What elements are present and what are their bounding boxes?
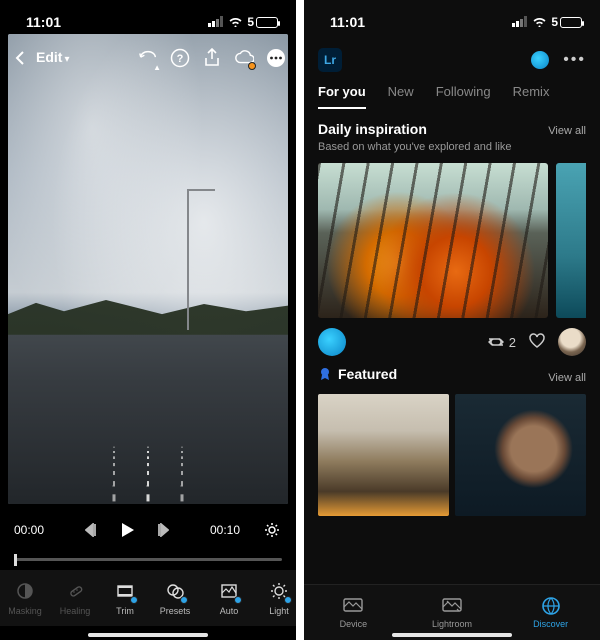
share-button[interactable] <box>202 48 222 68</box>
frame-forward-button[interactable] <box>151 520 171 540</box>
section-title: Featured <box>338 366 397 382</box>
lightroom-logo[interactable]: Lr <box>318 48 342 72</box>
tool-label: Auto <box>220 606 239 616</box>
tool-strip: Masking Healing Trim Presets Auto Ligh <box>0 570 296 626</box>
tool-label: Trim <box>116 606 134 616</box>
discover-tabs: For you New Following Remix <box>304 76 600 109</box>
tool-presets[interactable]: Presets <box>150 570 200 626</box>
daily-card[interactable] <box>556 163 586 318</box>
status-bar: 11:01 5 <box>0 0 296 44</box>
status-bar: 11:01 5 <box>304 0 600 44</box>
cloud-button[interactable] <box>234 48 254 68</box>
trim-icon <box>114 580 136 602</box>
signal-icon <box>208 14 224 30</box>
author-avatar[interactable] <box>318 328 346 356</box>
remix-button[interactable]: 2 <box>487 335 516 350</box>
tool-auto[interactable]: Auto <box>204 570 254 626</box>
nav-label: Device <box>340 619 368 629</box>
battery-indicator: 5 <box>551 15 582 29</box>
edit-label: Edit <box>36 49 62 65</box>
daily-card[interactable] <box>318 163 548 318</box>
device-icon <box>342 596 364 616</box>
tab-remix[interactable]: Remix <box>513 84 550 109</box>
remix-icon <box>487 335 505 349</box>
header-more-button[interactable]: ••• <box>563 51 586 69</box>
tool-label: Presets <box>160 606 191 616</box>
play-button[interactable] <box>117 520 137 540</box>
playback-duration: 00:10 <box>210 523 240 537</box>
nav-label: Discover <box>533 619 568 629</box>
heart-icon <box>528 333 546 349</box>
playback-current-time: 00:00 <box>14 523 44 537</box>
svg-text:?: ? <box>177 53 184 65</box>
tab-following[interactable]: Following <box>436 84 491 109</box>
section-title: Daily inspiration <box>318 121 427 137</box>
back-button[interactable] <box>10 48 30 68</box>
tool-masking[interactable]: Masking <box>0 570 50 626</box>
auto-icon <box>218 580 240 602</box>
tab-foryou[interactable]: For you <box>318 84 366 109</box>
nav-device[interactable]: Device <box>304 585 403 640</box>
wifi-icon <box>228 14 243 30</box>
post-footer: 2 <box>318 318 586 360</box>
editor-top-toolbar: Edit▾ ▲ ? <box>10 44 286 72</box>
playback-settings-button[interactable] <box>262 520 282 540</box>
bottom-nav: Device Lightroom Discover <box>304 584 600 640</box>
battery-percent: 5 <box>247 15 254 29</box>
nav-label: Lightroom <box>432 619 472 629</box>
healing-icon <box>64 580 86 602</box>
device-left-editor: 11:01 5 Edit▾ <box>0 0 296 640</box>
presets-icon <box>164 580 186 602</box>
status-time: 11:01 <box>330 14 365 30</box>
featured-section: Featured View all <box>304 360 600 516</box>
status-time: 11:01 <box>26 14 61 30</box>
battery-indicator: 5 <box>247 15 278 29</box>
edit-menu-button[interactable]: Edit▾ <box>36 49 69 67</box>
view-all-link[interactable]: View all <box>548 372 586 384</box>
help-button[interactable]: ? <box>170 48 190 68</box>
avatar[interactable] <box>558 328 586 356</box>
masking-icon <box>14 580 36 602</box>
signal-icon <box>512 14 528 30</box>
discover-icon <box>540 596 562 616</box>
undo-button[interactable]: ▲ <box>138 48 158 68</box>
frame-back-button[interactable] <box>83 520 103 540</box>
battery-percent: 5 <box>551 15 558 29</box>
tool-light[interactable]: Light <box>254 570 296 626</box>
tool-label: Masking <box>8 606 42 616</box>
lightroom-icon <box>441 596 463 616</box>
wifi-icon <box>532 14 547 30</box>
home-indicator[interactable] <box>88 633 208 637</box>
more-button[interactable] <box>266 48 286 68</box>
featured-card[interactable] <box>455 394 586 516</box>
tool-label: Light <box>269 606 289 616</box>
ribbon-icon <box>318 367 332 381</box>
nav-discover[interactable]: Discover <box>501 585 600 640</box>
profile-button[interactable] <box>531 51 549 69</box>
playback-bar: 00:00 00:10 <box>0 508 296 552</box>
view-all-link[interactable]: View all <box>548 125 586 137</box>
timeline-scrubber[interactable] <box>14 550 282 568</box>
featured-grid <box>318 394 586 516</box>
remix-count: 2 <box>509 335 516 350</box>
daily-carousel[interactable] <box>318 163 586 318</box>
light-icon <box>268 580 290 602</box>
like-button[interactable] <box>528 333 546 352</box>
tab-new[interactable]: New <box>388 84 414 109</box>
edit-canvas[interactable] <box>8 34 288 504</box>
device-right-discover: 11:01 5 Lr ••• For you New Following Rem… <box>304 0 600 640</box>
app-header: Lr ••• <box>304 44 600 76</box>
tool-trim[interactable]: Trim <box>100 570 150 626</box>
section-subtitle: Based on what you've explored and like <box>318 141 586 153</box>
home-indicator[interactable] <box>392 633 512 637</box>
daily-inspiration-section: Daily inspiration View all Based on what… <box>304 109 600 360</box>
featured-card[interactable] <box>318 394 449 516</box>
tool-healing[interactable]: Healing <box>50 570 100 626</box>
nav-lightroom[interactable]: Lightroom <box>403 585 502 640</box>
tool-label: Healing <box>60 606 91 616</box>
